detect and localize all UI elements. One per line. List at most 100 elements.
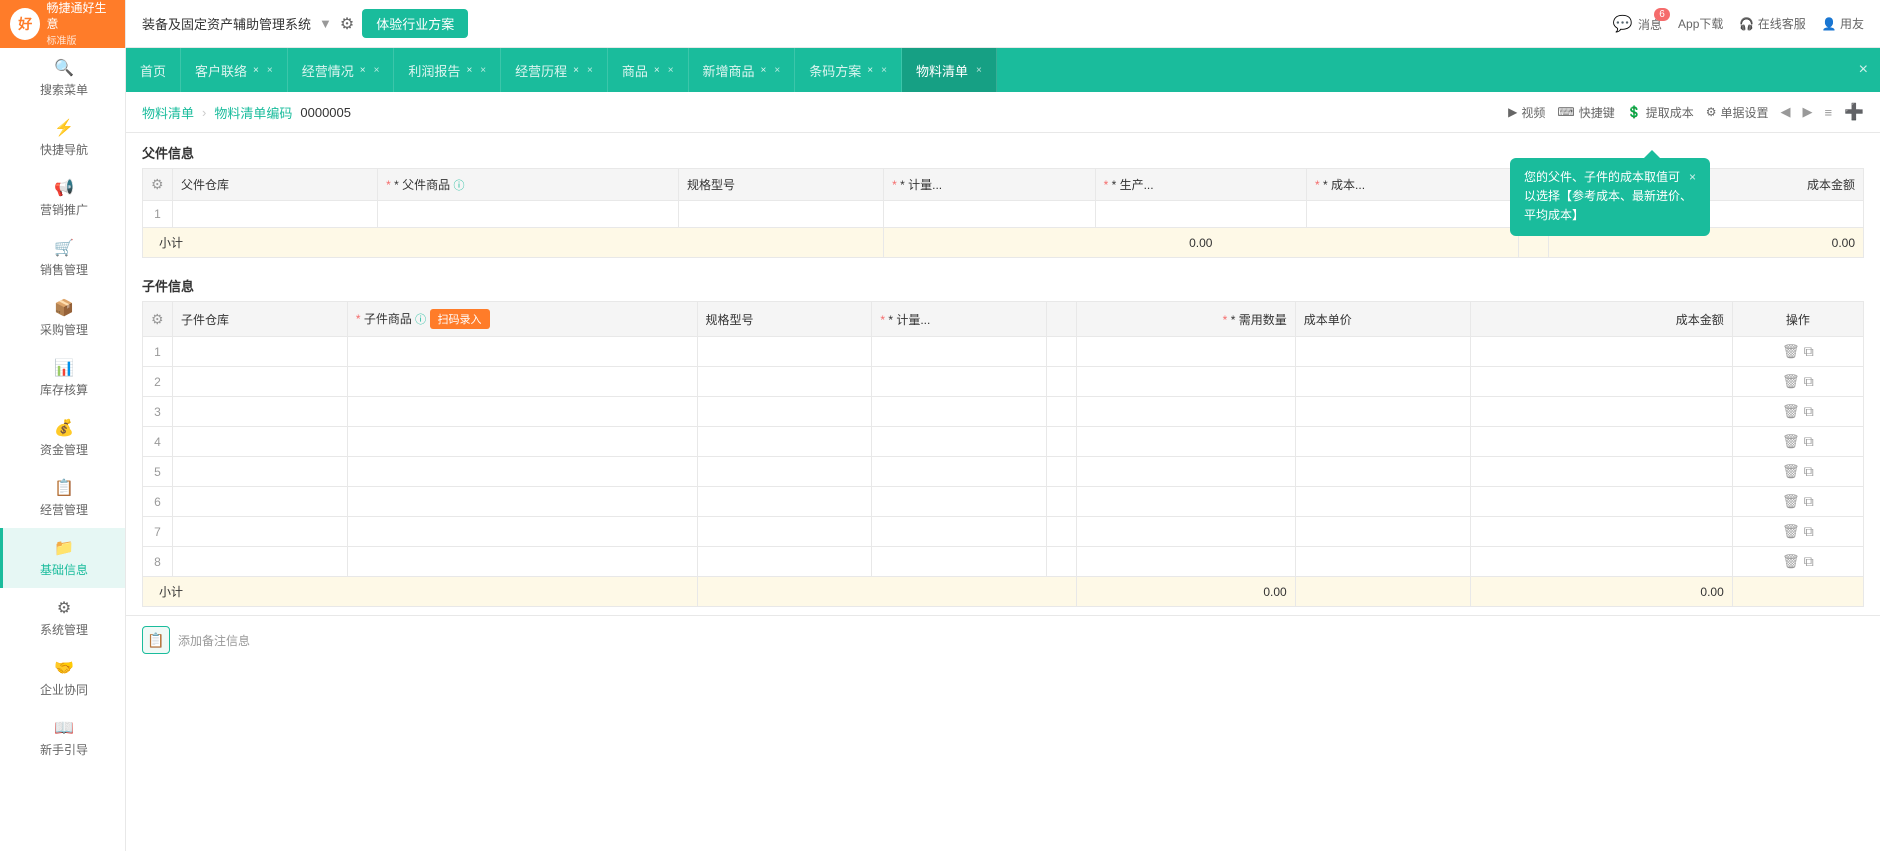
breadcrumb-code-label[interactable]: 物料清单编码: [214, 103, 292, 122]
child-cell-unit-3[interactable]: [872, 397, 1047, 427]
child-cell-spec-1[interactable]: [697, 337, 872, 367]
child-cell-qty-8[interactable]: [1077, 547, 1296, 577]
delete-btn-8[interactable]: 🗑: [1782, 553, 1800, 570]
sidebar-item-quick-nav[interactable]: ⚡快捷导航: [0, 108, 125, 168]
child-cell-unit-8[interactable]: [872, 547, 1047, 577]
child-cell-warehouse-4[interactable]: [173, 427, 348, 457]
child-cell-goods-1[interactable]: [347, 337, 697, 367]
tab-close-profit[interactable]: ×: [480, 65, 486, 76]
parent-cell-unit-1[interactable]: [884, 201, 1095, 228]
nav-tab-barcode[interactable]: 条码方案××: [795, 48, 902, 92]
nav-tab-operations[interactable]: 经营情况××: [288, 48, 395, 92]
grid-view-btn[interactable]: ≡: [1824, 105, 1832, 120]
parent-cell-prod-1[interactable]: [1095, 201, 1306, 228]
user-avatar[interactable]: 👤 用友: [1822, 15, 1864, 32]
sidebar-item-guide[interactable]: 📖新手引导: [0, 708, 125, 768]
child-cell-qty-4[interactable]: [1077, 427, 1296, 457]
child-cell-goods-8[interactable]: [347, 547, 697, 577]
child-cell-goods-4[interactable]: [347, 427, 697, 457]
child-cell-goods-3[interactable]: [347, 397, 697, 427]
footer-note-icon[interactable]: 📋: [142, 626, 170, 654]
nav-tab-history[interactable]: 经营历程××: [501, 48, 608, 92]
delete-btn-7[interactable]: 🗑: [1782, 523, 1800, 540]
copy-btn-4[interactable]: ⧉: [1804, 433, 1814, 450]
child-cell-warehouse-3[interactable]: [173, 397, 348, 427]
child-cell-costprice-8[interactable]: [1295, 547, 1470, 577]
tab-close-new-goods[interactable]: ×: [774, 65, 780, 76]
child-cell-costamount-4[interactable]: [1470, 427, 1732, 457]
tab-close-operations[interactable]: ×: [374, 65, 380, 76]
copy-btn-6[interactable]: ⧉: [1804, 493, 1814, 510]
tab-arrow-customer[interactable]: ×: [253, 65, 259, 76]
child-cell-costamount-7[interactable]: [1470, 517, 1732, 547]
parent-cell-cost-1[interactable]: [1307, 201, 1518, 228]
child-cell-spec-5[interactable]: [697, 457, 872, 487]
copy-btn-1[interactable]: ⧉: [1804, 343, 1814, 360]
child-cell-qty-3[interactable]: [1077, 397, 1296, 427]
tab-close-customer[interactable]: ×: [267, 65, 273, 76]
child-cell-goods-7[interactable]: [347, 517, 697, 547]
tab-arrow-profit[interactable]: ×: [466, 65, 472, 76]
nav-next-btn[interactable]: ▶: [1802, 104, 1812, 120]
add-row-btn[interactable]: ➕: [1844, 102, 1864, 122]
tooltip-close-btn[interactable]: ×: [1689, 168, 1696, 187]
nav-tab-customer[interactable]: 客户联络××: [181, 48, 288, 92]
delete-btn-1[interactable]: 🗑: [1782, 343, 1800, 360]
view-video-btn[interactable]: ▶ 视频: [1508, 104, 1545, 121]
child-cell-costprice-7[interactable]: [1295, 517, 1470, 547]
app-download[interactable]: App下载: [1678, 15, 1723, 32]
child-cell-unit-5[interactable]: [872, 457, 1047, 487]
sidebar-item-cooperation[interactable]: 🤝企业协同: [0, 648, 125, 708]
child-cell-costprice-1[interactable]: [1295, 337, 1470, 367]
child-cell-costprice-4[interactable]: [1295, 427, 1470, 457]
child-cell-costamount-2[interactable]: [1470, 367, 1732, 397]
single-settings-btn[interactable]: ⚙ 单据设置: [1706, 104, 1769, 121]
child-cell-qty-1[interactable]: [1077, 337, 1296, 367]
child-cell-spec-2[interactable]: [697, 367, 872, 397]
child-cell-qty-2[interactable]: [1077, 367, 1296, 397]
child-cell-costprice-3[interactable]: [1295, 397, 1470, 427]
child-cell-costamount-8[interactable]: [1470, 547, 1732, 577]
tab-close-history[interactable]: ×: [587, 65, 593, 76]
copy-btn-8[interactable]: ⧉: [1804, 553, 1814, 570]
delete-btn-3[interactable]: 🗑: [1782, 403, 1800, 420]
nav-tab-new-goods[interactable]: 新增商品××: [689, 48, 796, 92]
child-cell-qty-7[interactable]: [1077, 517, 1296, 547]
parent-cell-spec-1[interactable]: [678, 201, 883, 228]
child-cell-costamount-1[interactable]: [1470, 337, 1732, 367]
tab-close-goods[interactable]: ×: [668, 65, 674, 76]
child-th-settings[interactable]: ⚙: [143, 302, 173, 337]
sidebar-item-system[interactable]: ⚙系统管理: [0, 588, 125, 648]
child-cell-warehouse-7[interactable]: [173, 517, 348, 547]
child-cell-costprice-2[interactable]: [1295, 367, 1470, 397]
child-cell-costprice-5[interactable]: [1295, 457, 1470, 487]
child-cell-costamount-6[interactable]: [1470, 487, 1732, 517]
child-cell-warehouse-6[interactable]: [173, 487, 348, 517]
child-cell-goods-6[interactable]: [347, 487, 697, 517]
child-cell-warehouse-1[interactable]: [173, 337, 348, 367]
sidebar-item-marketing[interactable]: 📢营销推广: [0, 168, 125, 228]
tab-arrow-goods[interactable]: ×: [654, 65, 660, 76]
sidebar-item-search[interactable]: 🔍搜索菜单: [0, 48, 125, 108]
child-cell-spec-8[interactable]: [697, 547, 872, 577]
child-cell-warehouse-8[interactable]: [173, 547, 348, 577]
sidebar-item-purchase[interactable]: 📦采购管理: [0, 288, 125, 348]
online-service[interactable]: 🎧 在线客服: [1739, 15, 1805, 32]
message-icon[interactable]: 💬 6 消息: [1613, 14, 1662, 34]
child-cell-unit-2[interactable]: [872, 367, 1047, 397]
sidebar-item-inventory[interactable]: 📊库存核算: [0, 348, 125, 408]
child-cell-goods-5[interactable]: [347, 457, 697, 487]
sidebar-item-finance[interactable]: 💰资金管理: [0, 408, 125, 468]
breadcrumb-bom[interactable]: 物料清单: [142, 103, 194, 122]
sidebar-item-basic-info[interactable]: 📁基础信息: [0, 528, 125, 588]
nav-tab-goods[interactable]: 商品××: [608, 48, 689, 92]
tab-close-barcode[interactable]: ×: [881, 65, 887, 76]
child-cell-qty-6[interactable]: [1077, 487, 1296, 517]
tab-arrow-history[interactable]: ×: [573, 65, 579, 76]
scan-btn[interactable]: 扫码录入: [430, 309, 490, 329]
nav-prev-btn[interactable]: ◀: [1780, 104, 1790, 120]
tab-close-bom[interactable]: ×: [976, 65, 982, 76]
trial-btn[interactable]: 体验行业方案: [362, 9, 468, 38]
extract-cost-btn[interactable]: 💲 提取成本: [1627, 104, 1694, 121]
delete-btn-4[interactable]: 🗑: [1782, 433, 1800, 450]
